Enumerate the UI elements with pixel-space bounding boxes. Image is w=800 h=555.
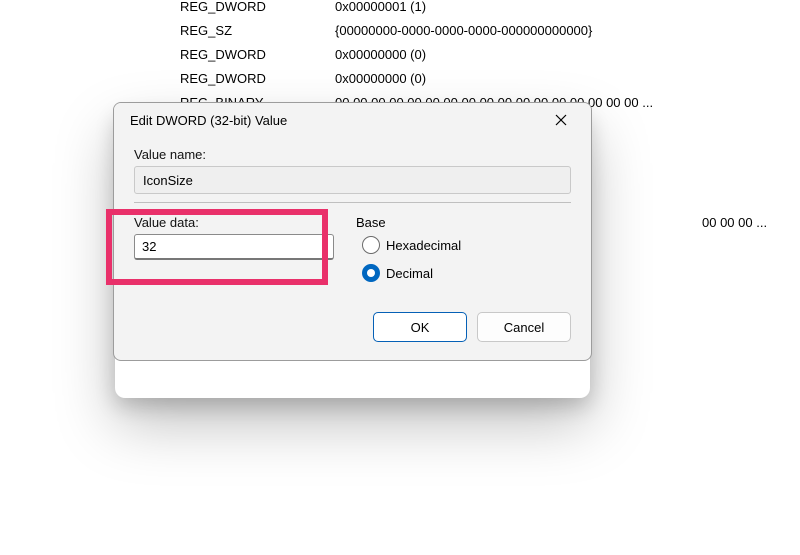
value-name-field: IconSize <box>134 166 571 194</box>
ok-label: OK <box>411 320 430 335</box>
reg-type: REG_DWORD <box>180 47 332 62</box>
radio-icon <box>362 264 380 282</box>
edit-dword-dialog: Edit DWORD (32-bit) Value Value name: Ic… <box>113 102 592 361</box>
table-row: REG_DWORD 0x00000000 (0) <box>0 66 800 90</box>
value-data-label: Value data: <box>134 215 334 230</box>
dialog-title: Edit DWORD (32-bit) Value <box>130 113 539 128</box>
radio-hex-label: Hexadecimal <box>386 238 461 253</box>
reg-type: REG_SZ <box>180 23 332 38</box>
value-name-label: Value name: <box>134 147 571 162</box>
value-data-input[interactable] <box>134 234 334 260</box>
reg-data: 0x00000000 (0) <box>335 71 426 86</box>
close-button[interactable] <box>539 105 583 135</box>
radio-dec-label: Decimal <box>386 266 433 281</box>
dialog-body: Value name: IconSize Value data: Base He… <box>114 137 591 360</box>
reg-type: REG_DWORD <box>180 71 332 86</box>
cancel-button[interactable]: Cancel <box>477 312 571 342</box>
dialog-titlebar[interactable]: Edit DWORD (32-bit) Value <box>114 103 591 137</box>
table-row: REG_SZ {00000000-0000-0000-0000-00000000… <box>0 18 800 42</box>
reg-data: 0x00000000 (0) <box>335 47 426 62</box>
ok-button[interactable]: OK <box>373 312 467 342</box>
radio-decimal[interactable]: Decimal <box>362 264 571 282</box>
reg-data: 0x00000001 (1) <box>335 0 426 14</box>
close-icon <box>555 114 567 126</box>
divider <box>134 202 571 203</box>
radio-icon <box>362 236 380 254</box>
radio-hexadecimal[interactable]: Hexadecimal <box>362 236 571 254</box>
reg-type: REG_DWORD <box>180 0 332 14</box>
base-label: Base <box>356 215 571 230</box>
cancel-label: Cancel <box>504 320 544 335</box>
reg-data: {00000000-0000-0000-0000-000000000000} <box>335 23 592 38</box>
reg-data: 00 00 00 ... <box>702 215 767 230</box>
value-name-text: IconSize <box>143 173 193 188</box>
table-row: REG_DWORD 0x00000001 (1) <box>0 0 800 18</box>
table-row: REG_DWORD 0x00000000 (0) <box>0 42 800 66</box>
